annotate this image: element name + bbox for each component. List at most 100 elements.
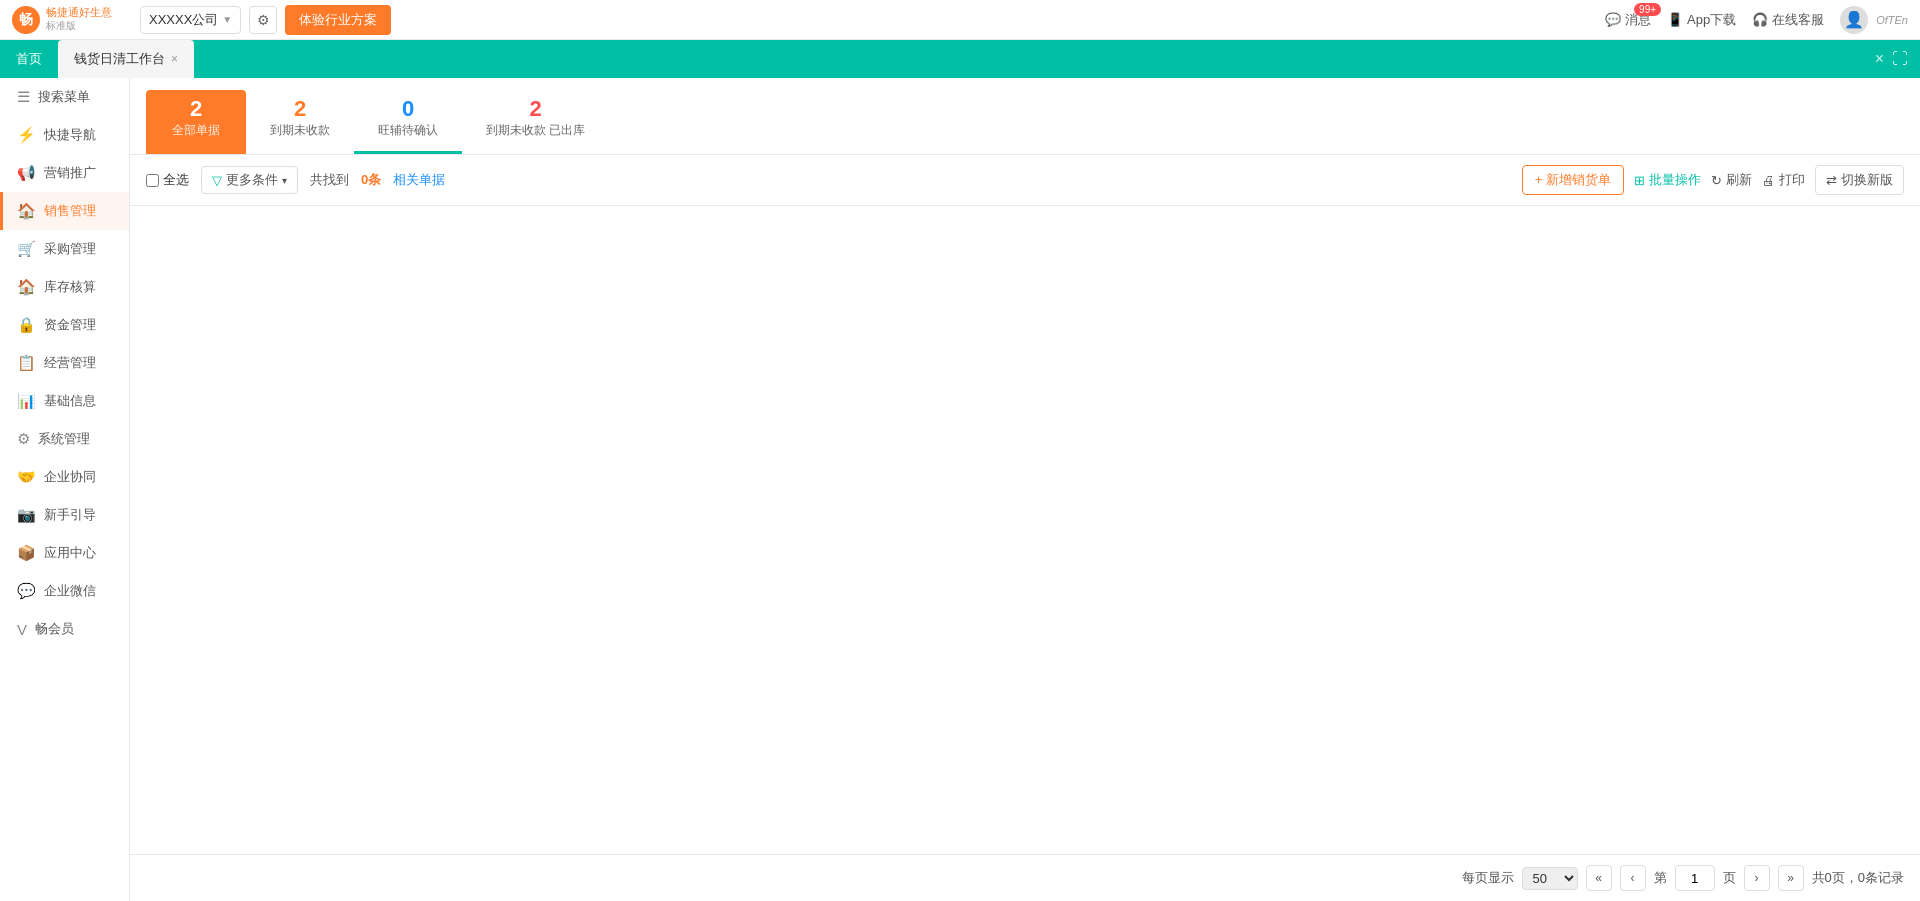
chevron-down-icon: ▼ <box>222 14 232 25</box>
member-icon: V <box>17 621 27 638</box>
message-badge: 99+ <box>1634 3 1661 16</box>
found-text: 共找到 <box>310 171 349 189</box>
toolbar: 全选 ▽ 更多条件 ▾ 共找到 0条 相关单据 + 新增销货单 ⊞ 批量操作 ↻… <box>130 155 1920 206</box>
tab-close-icon[interactable]: × <box>171 52 178 66</box>
sales-icon: 🏠 <box>17 202 36 220</box>
sidebar-label-operation: 经营管理 <box>44 354 96 372</box>
top-bar-left: 畅 畅捷通好生意 标准版 XXXXX公司 ▼ ⚙ 体验行业方案 <box>12 5 391 35</box>
filter-chevron-icon: ▾ <box>282 175 287 186</box>
app-center-icon: 📦 <box>17 544 36 562</box>
tab-maximize-icon[interactable]: ⛶ <box>1892 50 1908 68</box>
select-all-checkbox[interactable]: 全选 <box>146 171 189 189</box>
sidebar-item-corp[interactable]: 🤝 企业协同 <box>0 458 129 496</box>
prev-page-button[interactable]: ‹ <box>1620 865 1646 891</box>
company-selector[interactable]: XXXXX公司 ▼ <box>140 6 241 34</box>
tab-home[interactable]: 首页 <box>0 40 58 78</box>
status-tabs: 2 全部单据 2 到期未收款 0 旺辅待确认 2 到期未收款 已出库 <box>130 78 1920 155</box>
page-end-label: 页 <box>1723 869 1736 887</box>
related-link[interactable]: 相关单据 <box>393 171 445 189</box>
settings-button[interactable]: ⚙ <box>249 6 277 34</box>
tab-workbench[interactable]: 钱货日清工作台 × <box>58 40 194 78</box>
marketing-icon: 📢 <box>17 164 36 182</box>
finance-icon: 🔒 <box>17 316 36 334</box>
sidebar-item-finance[interactable]: 🔒 资金管理 <box>0 306 129 344</box>
first-page-button[interactable]: « <box>1586 865 1612 891</box>
print-icon: 🖨 <box>1762 173 1775 188</box>
sidebar-item-guide[interactable]: 📷 新手引导 <box>0 496 129 534</box>
sidebar-item-quick-nav[interactable]: ⚡ 快捷导航 <box>0 116 129 154</box>
top-bar: 畅 畅捷通好生意 标准版 XXXXX公司 ▼ ⚙ 体验行业方案 💬 消息 99+… <box>0 0 1920 40</box>
guide-icon: 📷 <box>17 506 36 524</box>
status-tab-wangwang[interactable]: 0 旺辅待确认 <box>354 90 462 154</box>
sidebar-item-wechat[interactable]: 💬 企业微信 <box>0 572 129 610</box>
print-button[interactable]: 🖨 打印 <box>1762 171 1805 189</box>
status-tab-wangwang-label: 旺辅待确认 <box>378 122 438 139</box>
filter-icon: ▽ <box>212 173 222 188</box>
refresh-button[interactable]: ↻ 刷新 <box>1711 171 1752 189</box>
page-number-input[interactable] <box>1675 865 1715 891</box>
pagination-bar: 每页显示 50 100 200 « ‹ 第 页 › » 共0页，0条记录 <box>130 854 1920 901</box>
sidebar-label-purchase: 采购管理 <box>44 240 96 258</box>
sidebar-item-operation[interactable]: 📋 经营管理 <box>0 344 129 382</box>
tab-minimize-icon[interactable]: × <box>1875 50 1884 68</box>
switch-version-button[interactable]: ⇄ 切换新版 <box>1815 165 1904 195</box>
sidebar-label-sales: 销售管理 <box>44 202 96 220</box>
sidebar-item-basic[interactable]: 📊 基础信息 <box>0 382 129 420</box>
sidebar-item-purchase[interactable]: 🛒 采购管理 <box>0 230 129 268</box>
status-tab-overdue-unpaid[interactable]: 2 到期未收款 <box>246 90 354 154</box>
filter-button[interactable]: ▽ 更多条件 ▾ <box>201 166 298 194</box>
sidebar-item-marketing[interactable]: 📢 营销推广 <box>0 154 129 192</box>
status-tab-all[interactable]: 2 全部单据 <box>146 90 246 154</box>
status-tab-overdue-not-out[interactable]: 2 到期未收款 已出库 <box>462 90 609 154</box>
message-button[interactable]: 💬 消息 99+ <box>1605 11 1651 29</box>
select-all-label: 全选 <box>163 171 189 189</box>
online-service-button[interactable]: 🎧 在线客服 <box>1752 11 1824 29</box>
sidebar-label-finance: 资金管理 <box>44 316 96 334</box>
tab-home-label: 首页 <box>16 50 42 68</box>
select-all-input[interactable] <box>146 174 159 187</box>
status-tab-overdue-not-out-label: 到期未收款 已出库 <box>486 122 585 139</box>
last-page-button[interactable]: » <box>1778 865 1804 891</box>
sidebar-label-basic: 基础信息 <box>44 392 96 410</box>
logo-text: 畅捷通好生意 <box>46 6 112 19</box>
batch-operation-button[interactable]: ⊞ 批量操作 <box>1634 171 1701 189</box>
page-label: 第 <box>1654 869 1667 887</box>
logo-icon: 畅 <box>12 6 40 34</box>
add-sales-order-button[interactable]: + 新增销货单 <box>1522 165 1624 195</box>
sidebar-item-sales[interactable]: 🏠 销售管理 <box>0 192 129 230</box>
per-page-select[interactable]: 50 100 200 <box>1522 867 1578 890</box>
sidebar-item-member[interactable]: V 畅会员 <box>0 610 129 648</box>
switch-label: 切换新版 <box>1841 171 1893 189</box>
sidebar-label-member: 畅会员 <box>35 620 74 638</box>
table-area <box>130 206 1920 854</box>
sidebar-item-app-center[interactable]: 📦 应用中心 <box>0 534 129 572</box>
next-page-button[interactable]: › <box>1744 865 1770 891</box>
status-tab-wangwang-num: 0 <box>402 98 414 120</box>
sidebar-label-marketing: 营销推广 <box>44 164 96 182</box>
service-label: 在线客服 <box>1772 11 1824 29</box>
batch-icon: ⊞ <box>1634 173 1645 188</box>
avatar: 👤 <box>1840 6 1868 34</box>
sidebar-item-system[interactable]: ⚙ 系统管理 <box>0 420 129 458</box>
app-icon: 📱 <box>1667 12 1683 27</box>
avatar-icon: 👤 <box>1844 10 1864 29</box>
tab-bar: 首页 钱货日清工作台 × × ⛶ <box>0 40 1920 78</box>
avatar-area[interactable]: 👤 OfTEn <box>1840 6 1908 34</box>
app-download-button[interactable]: 📱 App下载 <box>1667 11 1736 29</box>
service-icon: 🎧 <box>1752 12 1768 27</box>
found-count: 0条 <box>361 171 381 189</box>
refresh-label: 刷新 <box>1726 171 1752 189</box>
often-label: OfTEn <box>1876 14 1908 26</box>
industry-button[interactable]: 体验行业方案 <box>285 5 391 35</box>
sidebar-label-search-menu: 搜索菜单 <box>38 88 90 106</box>
sidebar-item-inventory[interactable]: 🏠 库存核算 <box>0 268 129 306</box>
main-layout: ☰ 搜索菜单 ⚡ 快捷导航 📢 营销推广 🏠 销售管理 🛒 采购管理 🏠 库存核… <box>0 78 1920 901</box>
sidebar-label-corp: 企业协同 <box>44 468 96 486</box>
sidebar-item-search-menu[interactable]: ☰ 搜索菜单 <box>0 78 129 116</box>
per-page-label: 每页显示 <box>1462 869 1514 887</box>
status-tab-overdue-num: 2 <box>294 98 306 120</box>
total-label: 共0页，0条记录 <box>1812 869 1904 887</box>
toolbar-right: + 新增销货单 ⊞ 批量操作 ↻ 刷新 🖨 打印 ⇄ 切换新版 <box>1522 165 1904 195</box>
operation-icon: 📋 <box>17 354 36 372</box>
logo-area: 畅 畅捷通好生意 标准版 <box>12 6 132 34</box>
